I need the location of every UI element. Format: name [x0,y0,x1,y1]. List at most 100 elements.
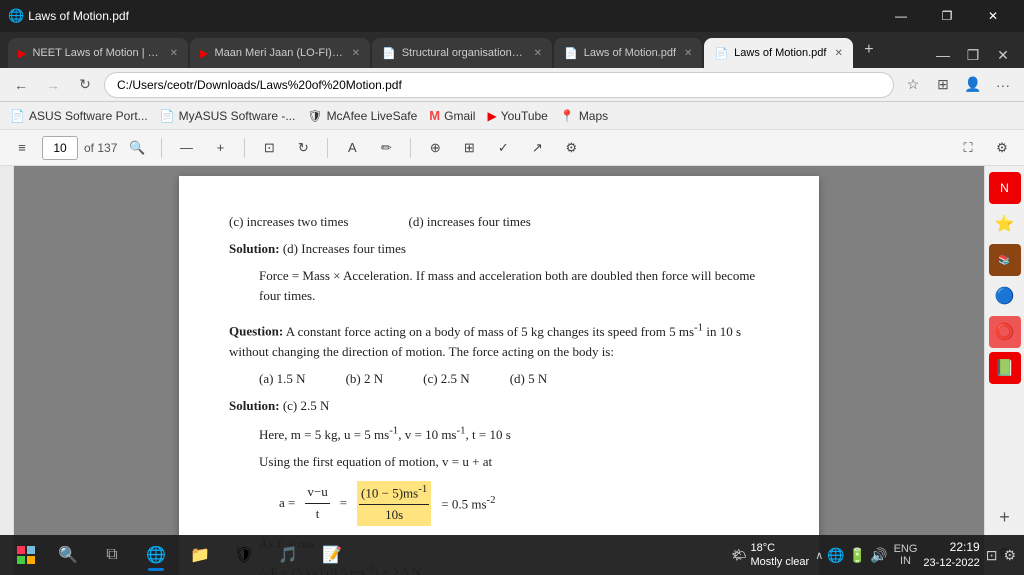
tab-1-close[interactable]: ✕ [170,48,178,59]
mcafee-label: McAfee LiveSafe [327,109,418,123]
fit-btn[interactable]: ⊡ [255,134,283,162]
tab-2-close[interactable]: ✕ [352,48,360,59]
bookmark-gmail[interactable]: M Gmail [429,108,475,123]
myasus-label: MyASUS Software -... [179,109,296,123]
taskbar-vlc[interactable]: 🎵 [268,537,308,573]
here-content: Here, m = 5 kg, u = 5 ms-1, v = 10 ms-1,… [259,427,511,442]
browser-minimize-btn[interactable]: — [930,42,956,68]
sidebar-icon-2[interactable]: ⭐ [989,208,1021,240]
bookmark-myasus[interactable]: 📄 MyASUS Software -... [160,109,296,123]
title-text: Laws of Motion.pdf [28,9,874,23]
start-btn[interactable] [8,537,44,573]
text-select-btn[interactable]: A [338,134,366,162]
system-tray: 🌤 18°C Mostly clear ∧ 🌐 🔋 🔊 ENGIN 22:19 … [731,539,1016,571]
close-btn[interactable]: ✕ [970,0,1016,32]
bookmark-maps[interactable]: 📍 Maps [560,109,608,123]
pdf-settings-btn[interactable]: ⚙ [988,134,1016,162]
bookmarks-bar: 📄 ASUS Software Port... 📄 MyASUS Softwar… [0,102,1024,130]
new-tab-btn[interactable]: + [855,36,883,64]
sidebar-icon-6[interactable]: 📗 [989,352,1021,384]
sidebar-icon-4[interactable]: 🔵 [989,280,1021,312]
choice-c-text: (c) increases two times [229,212,348,233]
solution1-answer: (d) Increases four times [283,241,406,256]
sidebar-icon-5[interactable]: ⭕ [989,316,1021,348]
tab-2[interactable]: ▶ Maan Meri Jaan (LO-FI) | Cha... ✕ [190,38,370,68]
window-controls: — ❐ ✕ [878,0,1016,32]
browser-close-icon[interactable]: ✕ [990,42,1016,68]
tab-5-favicon: 📄 [714,47,728,60]
sidebar-icon-1[interactable]: N [989,172,1021,204]
view-btn[interactable]: ⊞ [455,134,483,162]
pdf-left-strip [0,166,14,575]
back-btn[interactable]: ← [8,72,34,98]
settings-pdf-btn[interactable]: ⚙ [557,134,585,162]
favorites-btn[interactable]: ☆ [900,72,926,98]
page-total: of 137 [84,141,117,155]
pdf-search-btn[interactable]: 🔍 [123,134,151,162]
weather-desc: Mostly clear [751,555,810,569]
solution1-block: Solution: (d) Increases four times [229,239,769,260]
account-btn[interactable]: 👤 [960,72,986,98]
fullscreen-btn[interactable]: ⛶ [954,134,982,162]
q2-choice-c: (c) 2.5 N [423,369,470,390]
collections-btn[interactable]: ⊞ [930,72,956,98]
formula-line: a = v−u t = (10 − 5)ms-1 10s = 0.5 ms-2 [279,481,769,526]
force-mass-text: Force = Mass × Acceleration. If mass and… [259,268,755,304]
zoom-in-btn[interactable]: + [206,134,234,162]
taskbar-mcafee[interactable]: 🛡 [224,537,264,573]
refresh-btn[interactable]: ↻ [72,72,98,98]
bookmark-youtube[interactable]: ▶ YouTube [487,109,547,123]
sidebar-add-btn[interactable]: + [989,501,1021,533]
pdf-menu-btn[interactable]: ≡ [8,134,36,162]
address-bar: ← → ↻ ☆ ⊞ 👤 ··· [0,68,1024,102]
taskbar-explorer[interactable]: 📁 [180,537,220,573]
more-btn[interactable]: ⊕ [421,134,449,162]
sidebar-icon-3[interactable]: 📚 [989,244,1021,276]
browser-restore-btn[interactable]: ❐ [960,42,986,68]
pdf-main[interactable]: (c) increases two times (d) increases fo… [14,166,984,575]
taskbar-office[interactable]: 📝 [312,537,352,573]
tab-4-label: Laws of Motion.pdf [584,47,676,59]
maximize-btn[interactable]: ❐ [924,0,970,32]
minimize-btn[interactable]: — [878,0,924,32]
tray-battery-icon[interactable]: 🔋 [849,547,866,564]
value-denominator: 10s [383,505,405,526]
check-btn[interactable]: ✓ [489,134,517,162]
arrow-btn[interactable]: ↗ [523,134,551,162]
weather-widget[interactable]: 🌤 18°C Mostly clear [731,541,809,570]
tray-volume-icon[interactable]: 🔊 [870,547,887,564]
tab-5-close[interactable]: ✕ [834,48,842,59]
zoom-out-btn[interactable]: — [172,134,200,162]
tray-network-icon[interactable]: 🌐 [827,547,844,564]
search-taskbar-icon: 🔍 [58,545,78,565]
tab-4[interactable]: 📄 Laws of Motion.pdf ✕ [554,38,702,68]
fraction-numerator: v−u [305,482,329,504]
tray-up-arrow[interactable]: ∧ [815,549,823,562]
annotate-btn[interactable]: ✏ [372,134,400,162]
taskbar-settings-btn[interactable]: ⚙ [1003,547,1016,564]
taskbar-task-view[interactable]: ⧉ [92,537,132,573]
tab-5[interactable]: 📄 Laws of Motion.pdf ✕ [704,38,852,68]
tab-1[interactable]: ▶ NEET Laws of Motion | Part 1 ✕ [8,38,188,68]
bookmark-asus-port[interactable]: 📄 ASUS Software Port... [10,109,148,123]
tab-4-close[interactable]: ✕ [684,48,692,59]
page-number-input[interactable] [42,136,78,160]
tab-3[interactable]: 📄 Structural organisations in an... ✕ [372,38,552,68]
address-input[interactable] [104,72,894,98]
tab-3-close[interactable]: ✕ [534,48,542,59]
notification-btn[interactable]: ⊡ [986,547,998,564]
taskbar-edge[interactable]: 🌐 [136,537,176,573]
rotate-btn[interactable]: ↻ [289,134,317,162]
taskbar-search[interactable]: 🔍 [48,537,88,573]
tray-time-block[interactable]: 22:19 23-12-2022 [923,539,979,571]
question2-block: Question: A constant force acting on a b… [229,319,769,363]
edge-icon: 🌐 [146,545,166,565]
forward-btn[interactable]: → [40,72,66,98]
bookmark-mcafee[interactable]: 🛡 McAfee LiveSafe [307,109,417,123]
title-bar: 🌐 Laws of Motion.pdf — ❐ ✕ [0,0,1024,32]
tab-bar: ▶ NEET Laws of Motion | Part 1 ✕ ▶ Maan … [0,32,1024,68]
settings-btn[interactable]: ··· [990,72,1016,98]
using-content: Using the first equation of motion, v = … [259,454,492,469]
lang-indicator[interactable]: ENGIN [894,543,918,567]
fraction-denominator: t [314,504,322,525]
